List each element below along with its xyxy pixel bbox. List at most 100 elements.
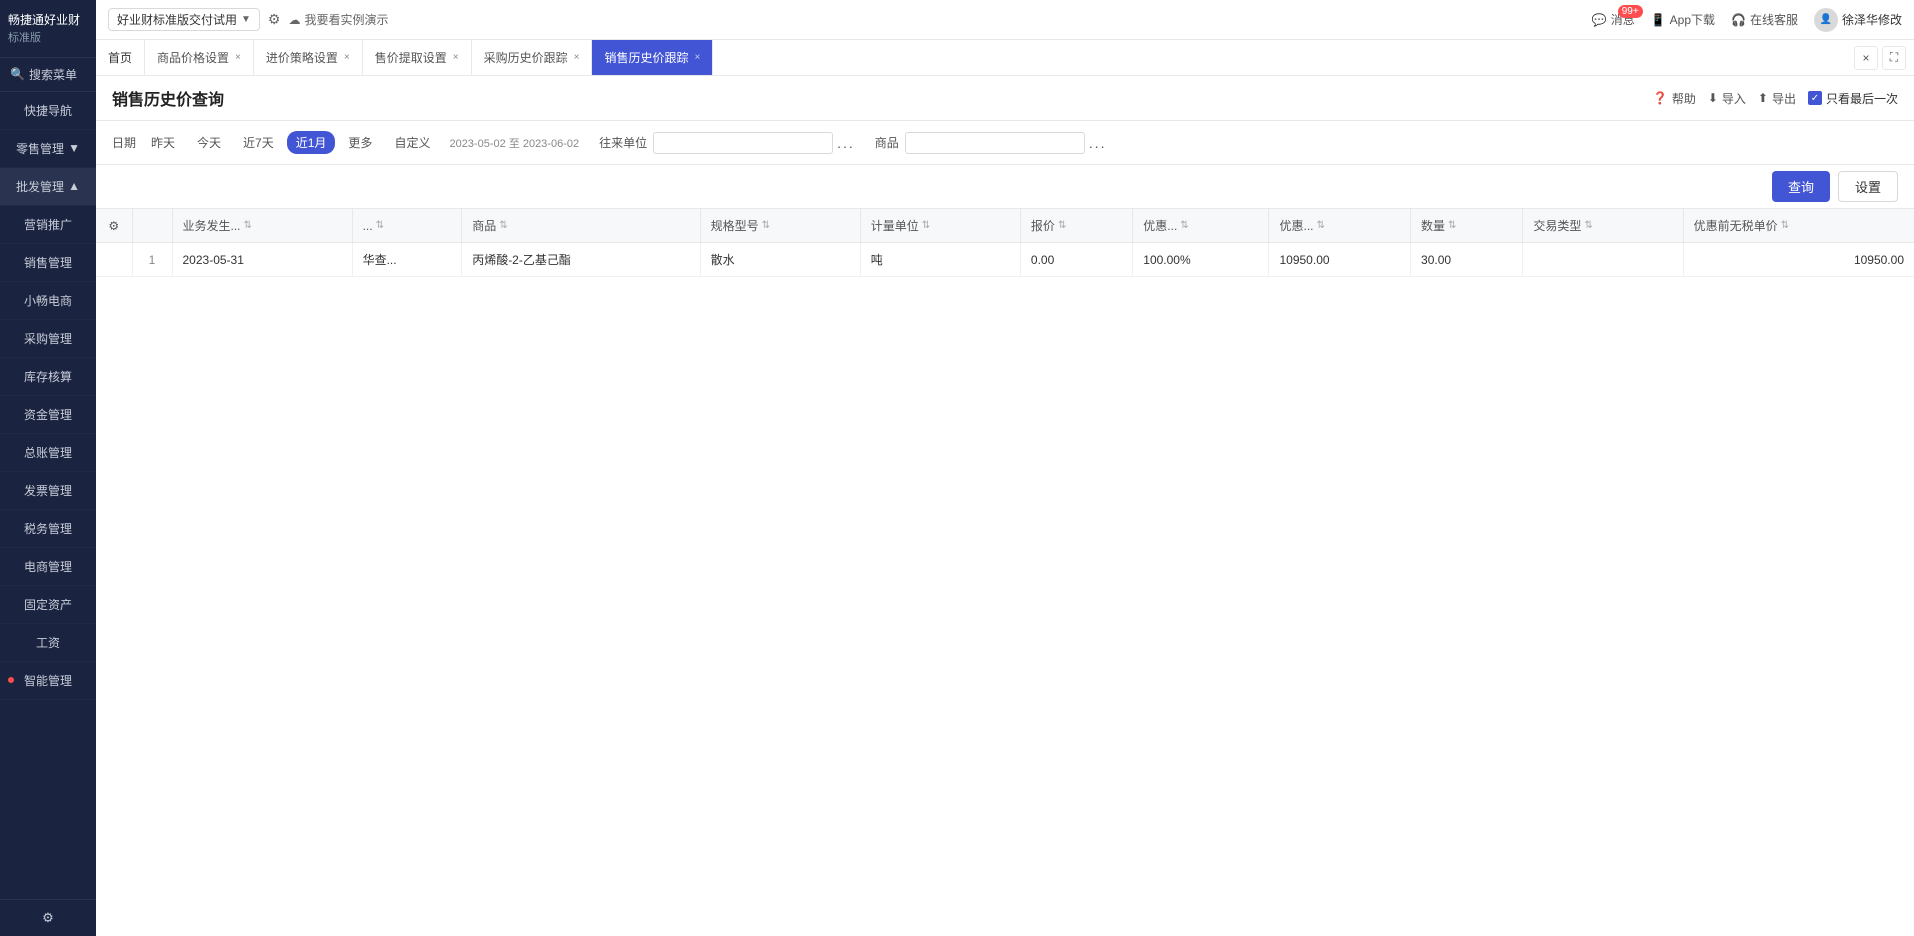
tab-product-price-close[interactable]: × <box>235 52 241 63</box>
col-qty[interactable]: 数量⇅ <box>1411 209 1523 243</box>
col-unit[interactable]: 计量单位⇅ <box>860 209 1020 243</box>
date-btn-yesterday[interactable]: 昨天 <box>142 131 184 154</box>
col-extra[interactable]: ...⇅ <box>352 209 462 243</box>
topbar-gear-icon[interactable]: ⚙ <box>268 11 281 28</box>
sidebar-item-invoice[interactable]: 发票管理 <box>0 472 96 510</box>
col-pretax-price[interactable]: 优惠前无税单价⇅ <box>1683 209 1914 243</box>
tab-product-price[interactable]: 商品价格设置 × <box>145 40 254 76</box>
date-btn-more[interactable]: 更多 <box>339 131 381 154</box>
date-btn-1month[interactable]: 近1月 <box>287 131 336 154</box>
row-spec: 散水 <box>700 243 860 277</box>
maximize-tab-btn[interactable]: ⛶ <box>1882 46 1906 70</box>
tab-sale-history-close[interactable]: × <box>694 52 700 63</box>
app-download-btn[interactable]: 📱 App下载 <box>1651 11 1715 28</box>
search-icon: 🔍 <box>10 67 25 81</box>
tab-sale-price-close[interactable]: × <box>453 52 459 63</box>
vendor-input[interactable] <box>653 132 833 154</box>
date-btn-7days[interactable]: 近7天 <box>234 131 283 154</box>
tab-sale-history[interactable]: 销售历史价跟踪 × <box>592 40 713 76</box>
sort-discount2-icon: ⇅ <box>1317 220 1325 231</box>
product-input[interactable] <box>905 132 1085 154</box>
import-label: 导入 <box>1722 90 1746 107</box>
tab-purchase-strategy-close[interactable]: × <box>344 52 350 63</box>
avatar-icon: 👤 <box>1820 14 1832 25</box>
col-quote[interactable]: 报价⇅ <box>1020 209 1132 243</box>
tab-purchase-history[interactable]: 采购历史价跟踪 × <box>472 40 593 76</box>
sales-label: 销售管理 <box>24 256 72 270</box>
table-header-row: ⚙ 业务发生...⇅ ...⇅ 商品⇅ 规格型号⇅ <box>96 209 1914 243</box>
query-button[interactable]: 查询 <box>1772 171 1830 202</box>
sidebar-item-quick-nav[interactable]: 快捷导航 <box>0 92 96 130</box>
col-spec[interactable]: 规格型号⇅ <box>700 209 860 243</box>
ecommerce-label: 电商管理 <box>24 560 72 574</box>
finance-label: 资金管理 <box>24 408 72 422</box>
row-pretax-price: 10950.00 <box>1683 243 1914 277</box>
close-tab-btn[interactable]: × <box>1854 46 1878 70</box>
user-info[interactable]: 👤 徐泽华修改 <box>1814 8 1902 32</box>
edition-selector[interactable]: 好业财标准版交付试用 ▼ <box>108 8 260 31</box>
col-discount2[interactable]: 优惠...⇅ <box>1269 209 1411 243</box>
only-last-checkbox-label[interactable]: ✓ 只看最后一次 <box>1808 90 1898 107</box>
vendor-dots-btn[interactable]: ... <box>837 135 855 151</box>
sidebar-item-wholesale[interactable]: 批发管理 ▲ <box>0 168 96 206</box>
sidebar-item-ai[interactable]: 智能管理 <box>0 662 96 700</box>
sidebar-item-finance[interactable]: 资金管理 <box>0 396 96 434</box>
demo-link[interactable]: ☁ 我要看实例演示 <box>288 11 388 28</box>
sidebar-item-ecommerce-small[interactable]: 小畅电商 <box>0 282 96 320</box>
import-icon: ⬇ <box>1708 91 1718 105</box>
sidebar-item-assets[interactable]: 固定资产 <box>0 586 96 624</box>
tab-home[interactable]: 首页 <box>96 40 145 76</box>
row-biz-date: 2023-05-31 <box>172 243 352 277</box>
sidebar-settings[interactable]: ⚙ <box>0 899 96 936</box>
tab-purchase-history-label: 采购历史价跟踪 <box>484 49 568 66</box>
col-gear[interactable]: ⚙ <box>96 209 132 243</box>
sidebar-item-sales[interactable]: 销售管理 <box>0 244 96 282</box>
column-settings-icon[interactable]: ⚙ <box>108 219 119 233</box>
sort-spec-icon: ⇅ <box>762 220 770 231</box>
col-product[interactable]: 商品⇅ <box>462 209 700 243</box>
sidebar-item-marketing[interactable]: 营销推广 <box>0 206 96 244</box>
topbar-left: 好业财标准版交付试用 ▼ ⚙ ☁ 我要看实例演示 <box>108 8 1592 31</box>
sidebar-item-ledger[interactable]: 总账管理 <box>0 434 96 472</box>
product-filter-label: 商品 <box>875 134 899 151</box>
settings-button[interactable]: 设置 <box>1838 171 1898 202</box>
tab-sale-price[interactable]: 售价提取设置 × <box>363 40 472 76</box>
table-body: 1 2023-05-31 华查... 丙烯酸-2-乙基己酯 散水 吨 0.00 … <box>96 243 1914 277</box>
col-trade-type[interactable]: 交易类型⇅ <box>1523 209 1683 243</box>
tab-purchase-history-close[interactable]: × <box>574 52 580 63</box>
online-service-btn[interactable]: 🎧 在线客服 <box>1731 11 1798 28</box>
sidebar-item-tax[interactable]: 税务管理 <box>0 510 96 548</box>
message-icon: 💬 <box>1592 13 1607 27</box>
sidebar-item-retail[interactable]: 零售管理 ▼ <box>0 130 96 168</box>
date-btn-custom[interactable]: 自定义 <box>385 131 439 154</box>
sidebar-item-ecommerce[interactable]: 电商管理 <box>0 548 96 586</box>
product-filter-group: 商品 ... <box>875 132 1107 154</box>
wholesale-label: 批发管理 <box>16 178 64 195</box>
sort-trade-type-icon: ⇅ <box>1584 220 1592 231</box>
date-range-display: 2023-05-02 至 2023-06-02 <box>449 135 579 151</box>
message-btn[interactable]: 💬 消息 99+ <box>1592 11 1635 28</box>
search-label: 搜索菜单 <box>29 66 77 83</box>
help-btn[interactable]: ❓ 帮助 <box>1653 90 1696 107</box>
ai-label: 智能管理 <box>24 674 72 688</box>
sidebar-item-payroll[interactable]: 工资 <box>0 624 96 662</box>
sidebar-search[interactable]: 🔍 搜索菜单 <box>0 58 96 92</box>
col-discount1[interactable]: 优惠...⇅ <box>1133 209 1269 243</box>
date-btn-today[interactable]: 今天 <box>188 131 230 154</box>
export-btn[interactable]: ⬆ 导出 <box>1758 90 1796 107</box>
col-index <box>132 209 172 243</box>
tab-home-label: 首页 <box>108 49 132 66</box>
row-product: 丙烯酸-2-乙基己酯 <box>462 243 700 277</box>
help-label: 帮助 <box>1672 90 1696 107</box>
sidebar-item-inventory[interactable]: 库存核算 <box>0 358 96 396</box>
product-dots-btn[interactable]: ... <box>1089 135 1107 151</box>
col-biz-date[interactable]: 业务发生...⇅ <box>172 209 352 243</box>
ecommerce-small-label: 小畅电商 <box>24 294 72 308</box>
row-quote: 0.00 <box>1020 243 1132 277</box>
sidebar-item-purchase[interactable]: 采购管理 <box>0 320 96 358</box>
dot-indicator <box>8 677 14 683</box>
import-btn[interactable]: ⬇ 导入 <box>1708 90 1746 107</box>
table-row: 1 2023-05-31 华查... 丙烯酸-2-乙基己酯 散水 吨 0.00 … <box>96 243 1914 277</box>
tab-purchase-strategy[interactable]: 进价策略设置 × <box>254 40 363 76</box>
chevron-down-icon: ▼ <box>68 141 80 155</box>
